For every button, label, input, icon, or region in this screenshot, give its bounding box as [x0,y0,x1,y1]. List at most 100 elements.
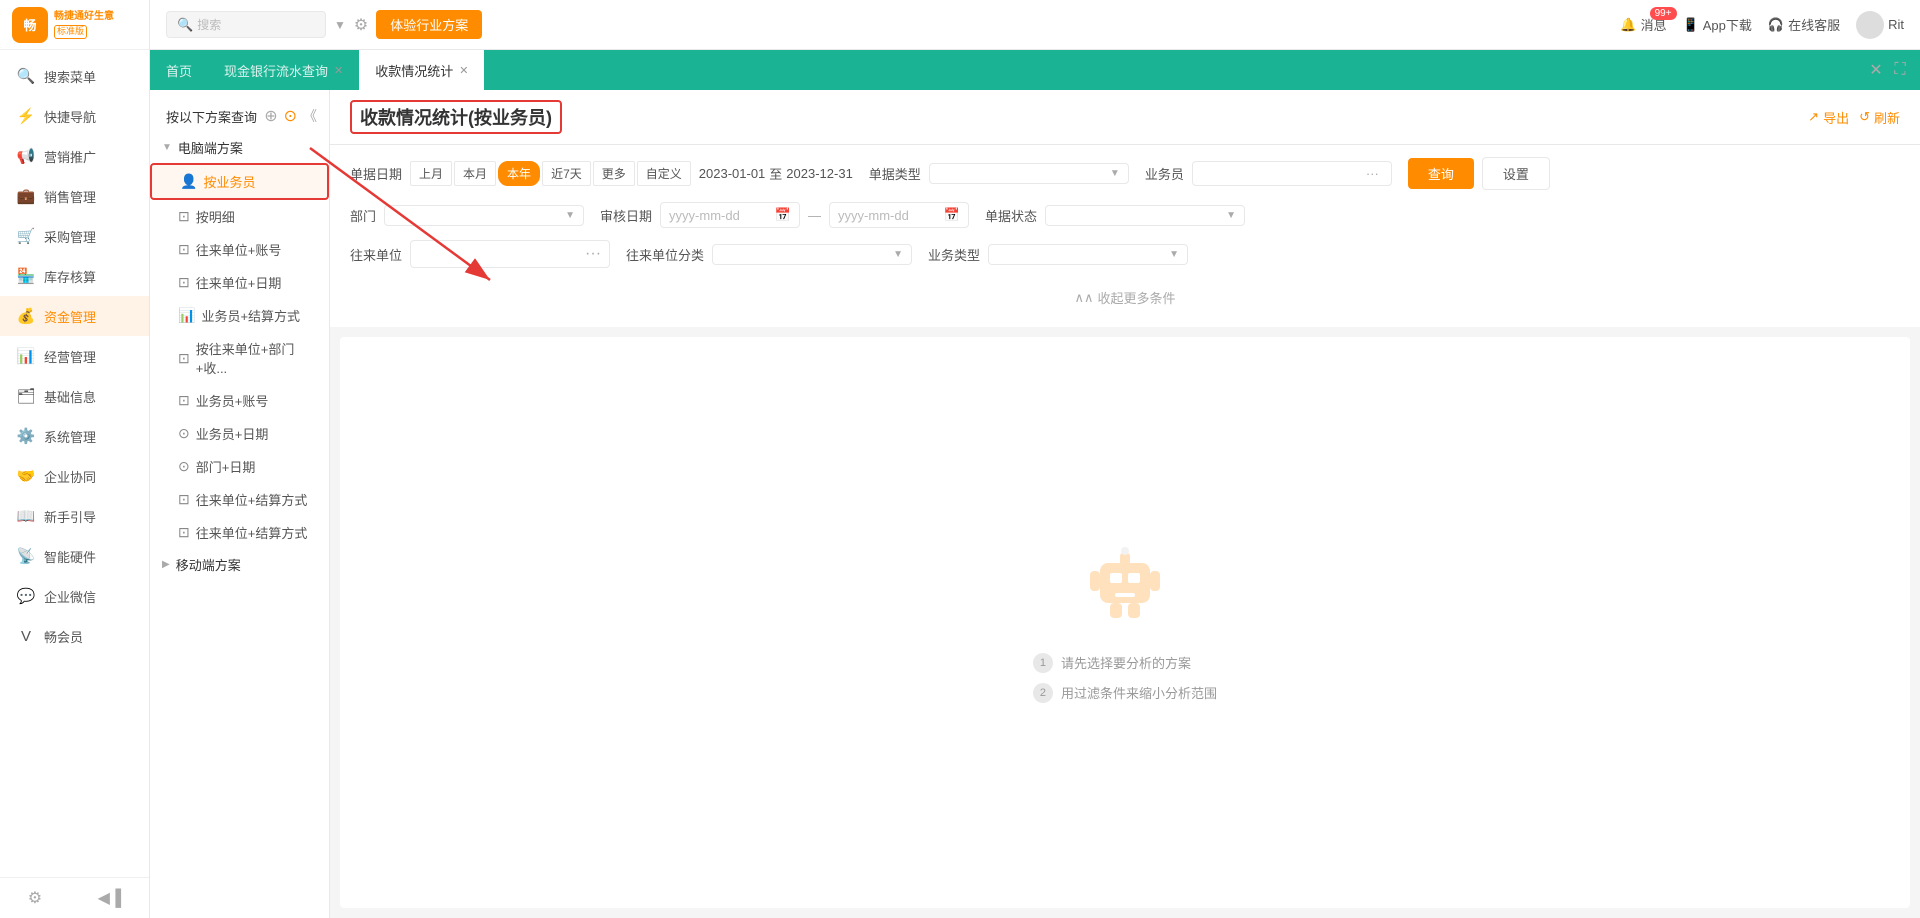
partner-select[interactable]: ··· [410,240,610,268]
tab-receipt[interactable]: 收款情况统计✕ [359,50,484,90]
tree-item-supplier_date[interactable]: ⊡往来单位+日期 [150,266,329,299]
system-icon: ⚙️ [16,426,36,446]
date-tab-custom[interactable]: 自定义 [637,161,691,186]
sidebar-item-corp[interactable]: 🤝 企业协同 [0,456,149,496]
tree-item-supplier_account[interactable]: ⊡往来单位+账号 [150,233,329,266]
dept-arrow: ▼ [565,210,575,221]
sidebar-item-quick[interactable]: ⚡ 快捷导航 [0,96,149,136]
salesperson_account-icon: ⊡ [178,392,190,409]
tree-item-supplier_settle2[interactable]: ⊡往来单位+结算方式 [150,516,329,549]
tree-item-supplier_settle1[interactable]: ⊡往来单位+结算方式 [150,483,329,516]
sidebar-item-marketing[interactable]: 📢 营销推广 [0,136,149,176]
sidebar-item-sales[interactable]: 💼 销售管理 [0,176,149,216]
headset-icon: 🎧 [1768,17,1784,33]
sidebar-settings-icon[interactable]: ⚙ [28,888,42,908]
tab-home[interactable]: 首页 [150,50,208,90]
date-tab-more[interactable]: 更多 [593,161,635,186]
tab-close-receipt[interactable]: ✕ [459,64,468,77]
tree-item-label-by_salesperson: 按业务员 [203,172,255,191]
supplier_dept-icon: ⊡ [178,350,190,367]
partner-category-select[interactable]: ▼ [712,244,912,265]
voucher-type-select[interactable]: ▼ [929,163,1129,184]
right-panel: 收款情况统计(按业务员) ↗ 导出 ↺ 刷新 单据日期 [330,90,1920,918]
date-tabs: 上月本月本年近7天更多自定义 [410,161,691,186]
sidebar-bottom: ⚙ ◀▐ [0,877,149,918]
tree-item-salesperson_account[interactable]: ⊡业务员+账号 [150,384,329,417]
tab-close-bank[interactable]: ✕ [334,64,343,77]
tree-item-by_salesperson[interactable]: 👤 按业务员 [150,163,329,200]
sidebar-item-inventory[interactable]: 🏪 库存核算 [0,256,149,296]
salesperson-dots[interactable]: ··· [1366,166,1379,181]
trial-button[interactable]: 体验行业方案 [376,10,482,39]
sidebar-label-member: 畅会员 [44,627,83,646]
sidebar-item-iot[interactable]: 📡 智能硬件 [0,536,149,576]
audit-cal-end-icon[interactable]: 📅 [944,207,960,223]
refresh-button[interactable]: ↺ 刷新 [1859,108,1900,127]
query-button[interactable]: 查询 [1408,158,1474,189]
tree-item-label-supplier_account: 往来单位+账号 [196,240,282,259]
partner-category-arrow: ▼ [893,249,903,260]
pc-section-header[interactable]: ▼ 电脑端方案 [150,132,329,163]
settings-button[interactable]: 设置 [1482,157,1550,190]
sidebar-item-system[interactable]: ⚙️ 系统管理 [0,416,149,456]
salesperson-select[interactable]: ··· [1192,161,1392,186]
partner-dots-icon[interactable]: ··· [585,245,601,263]
topbar-gear-icon[interactable]: ⚙ [354,15,368,35]
partner-filter: 往来单位 ··· [350,240,610,268]
notification-button[interactable]: 🔔 消息 99+ [1620,15,1666,34]
sidebar-item-purchase[interactable]: 🛒 采购管理 [0,216,149,256]
dept-select[interactable]: ▼ [384,205,584,226]
tree-item-label-supplier_dept: 按往来单位+部门+收... [196,339,317,377]
sidebar-item-basic[interactable]: 🗂 基础信息 [0,376,149,416]
export-button[interactable]: ↗ 导出 [1808,108,1849,127]
topbar-dropdown-arrow[interactable]: ▼ [334,18,346,32]
date-tab-this_month[interactable]: 本月 [454,161,496,186]
tree-item-supplier_dept[interactable]: ⊡ 按往来单位+部门+收... [150,332,329,384]
filter-area: 单据日期 上月本月本年近7天更多自定义 2023-01-01 至 2023-12… [330,145,1920,327]
left-panel-actions: ⊕ ⊙ 《 [264,106,317,126]
by_salesperson-icon: 👤 [180,173,197,190]
date-tab-last_month[interactable]: 上月 [410,161,452,186]
logo-icon: 畅 [12,7,48,43]
tree-item-label-salesperson_date: 业务员+日期 [196,424,269,443]
tree-item-salesperson_settle[interactable]: 📊业务员+结算方式 [150,299,329,332]
sidebar-collapse-icon[interactable]: ◀▐ [98,888,122,908]
date-tab-this_year[interactable]: 本年 [498,161,540,186]
window-max-btn[interactable]: ⛶ [1892,62,1908,78]
sidebar-item-business[interactable]: 📊 经营管理 [0,336,149,376]
voucher-status-label: 单据状态 [985,206,1037,225]
tree-item-dept_date[interactable]: ⊙部门+日期 [150,450,329,483]
audit-cal-start-icon[interactable]: 📅 [775,207,791,223]
page-title: 收款情况统计(按业务员) [350,100,562,134]
date-tab-last7[interactable]: 近7天 [542,161,591,186]
topbar-search-box[interactable]: 🔍 搜索 [166,11,326,38]
search-icon: 🔍 [16,66,36,86]
tree-item-salesperson_date[interactable]: ⊙业务员+日期 [150,417,329,450]
add-scheme-icon[interactable]: ⊕ [264,106,277,126]
audit-date-end[interactable]: yyyy-mm-dd 📅 [829,202,969,228]
finance-icon: 💰 [16,306,36,326]
collapse-bar[interactable]: ∧∧ 收起更多条件 [350,280,1900,315]
settings-scheme-icon[interactable]: ⊙ [284,106,297,126]
window-close-btn[interactable]: ✕ [1868,62,1884,78]
sidebar-item-member[interactable]: V 畅会员 [0,616,149,656]
audit-date-start[interactable]: yyyy-mm-dd 📅 [660,202,800,228]
supplier_settle2-icon: ⊡ [178,524,190,541]
app-download-button[interactable]: 📱 App下载 [1683,15,1752,34]
window-buttons: ✕ ⛶ [1856,62,1920,78]
biz-type-select[interactable]: ▼ [988,244,1188,265]
tree-item-by_detail[interactable]: ⊡按明细 [150,200,329,233]
user-area[interactable]: Rit [1856,11,1904,39]
voucher-status-select[interactable]: ▼ [1045,205,1245,226]
collapse-panel-icon[interactable]: 《 [303,106,317,126]
sidebar-item-finance[interactable]: 💰 资金管理 [0,296,149,336]
voucher-type-arrow: ▼ [1110,168,1120,179]
mobile-section-header[interactable]: ▶ 移动端方案 [150,549,329,580]
sidebar-item-search[interactable]: 🔍 搜索菜单 [0,56,149,96]
sidebar-item-guide[interactable]: 📖 新手引导 [0,496,149,536]
tab-bank[interactable]: 现金银行流水查询✕ [208,50,359,90]
purchase-icon: 🛒 [16,226,36,246]
online-service-button[interactable]: 🎧 在线客服 [1768,15,1840,34]
sidebar-item-wechat[interactable]: 💬 企业微信 [0,576,149,616]
sidebar-label-sales: 销售管理 [44,187,96,206]
